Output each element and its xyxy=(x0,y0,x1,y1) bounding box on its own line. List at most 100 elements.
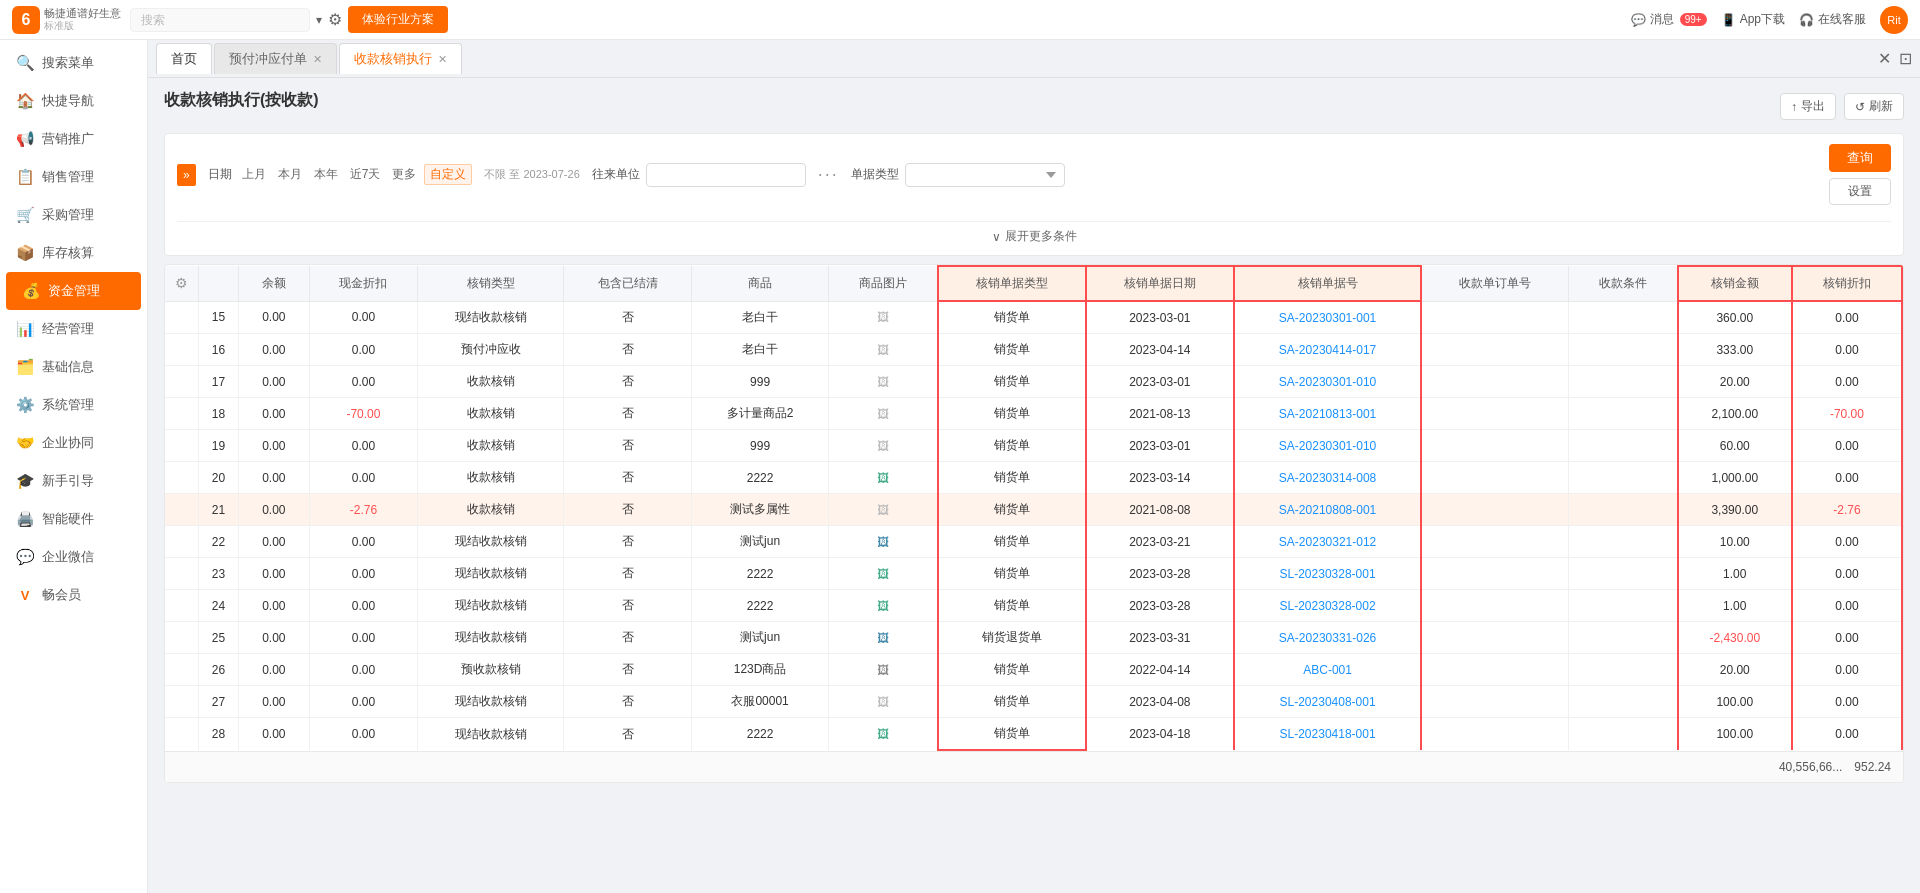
table-row: 17 0.00 0.00 收款核销 否 999 🖼 销货单 2023-03-01… xyxy=(165,366,1902,398)
cell-nuclear-type: 收款核销 xyxy=(418,366,564,398)
cell-cash-discount: 0.00 xyxy=(309,430,417,462)
tab-receipt[interactable]: 收款核销执行 ✕ xyxy=(339,43,462,74)
expand-label: 展开更多条件 xyxy=(1005,228,1077,245)
cell-settings xyxy=(165,558,199,590)
th-settings[interactable]: ⚙ xyxy=(165,266,199,301)
sidebar-label: 库存核算 xyxy=(42,244,94,262)
cell-nuclear-discount: -70.00 xyxy=(1792,398,1902,430)
sidebar-item-wechat[interactable]: 💬 企业微信 xyxy=(0,538,147,576)
sidebar-item-finance[interactable]: 💰 资金管理 xyxy=(6,272,141,310)
export-btn[interactable]: ↑ 导出 xyxy=(1780,93,1836,120)
sidebar-item-search[interactable]: 🔍 搜索菜单 xyxy=(0,44,147,82)
sidebar-item-marketing[interactable]: 📢 营销推广 xyxy=(0,120,147,158)
cell-product: 多计量商品2 xyxy=(691,398,829,430)
from-unit-input[interactable] xyxy=(646,163,806,187)
cell-cash-discount: 0.00 xyxy=(309,622,417,654)
cell-nuclear-bill-date: 2021-08-08 xyxy=(1086,494,1234,526)
date-more[interactable]: 更多 xyxy=(388,164,420,185)
th-row-no xyxy=(199,266,239,301)
cell-receipt-order-no xyxy=(1421,301,1568,334)
cell-product-img: 🖼 xyxy=(829,622,938,654)
avatar[interactable]: Rit xyxy=(1880,6,1908,34)
tab-bar: 首页 预付冲应付单 ✕ 收款核销执行 ✕ ✕ ⊡ xyxy=(148,40,1920,78)
tab-prepay[interactable]: 预付冲应付单 ✕ xyxy=(214,43,337,74)
column-settings-icon[interactable]: ⚙ xyxy=(175,275,188,291)
cell-balance: 0.00 xyxy=(239,718,310,751)
cell-balance: 0.00 xyxy=(239,526,310,558)
collab-icon: 🤝 xyxy=(16,434,34,452)
cell-cash-discount: 0.00 xyxy=(309,366,417,398)
cell-product: 老白干 xyxy=(691,334,829,366)
date-this-year[interactable]: 本年 xyxy=(310,164,342,185)
cell-receipt-order-no xyxy=(1421,718,1568,751)
date-quick-links: 上月 本月 本年 近7天 更多 自定义 xyxy=(238,164,473,185)
tab-receipt-close[interactable]: ✕ xyxy=(438,53,447,66)
app-download-btn[interactable]: 📱 App下载 xyxy=(1721,11,1785,28)
cell-receipt-order-no xyxy=(1421,654,1568,686)
cell-balance: 0.00 xyxy=(239,398,310,430)
sidebar-item-member[interactable]: V 畅会员 xyxy=(0,576,147,614)
cell-product: 测试多属性 xyxy=(691,494,829,526)
cell-product: 123D商品 xyxy=(691,654,829,686)
cell-cash-discount: 0.00 xyxy=(309,462,417,494)
sidebar-item-nav[interactable]: 🏠 快捷导航 xyxy=(0,82,147,120)
message-badge: 99+ xyxy=(1680,13,1707,26)
table-row: 25 0.00 0.00 现结收款核销 否 测试jun 🖼 销货退货单 2023… xyxy=(165,622,1902,654)
cell-balance: 0.00 xyxy=(239,686,310,718)
date-custom[interactable]: 自定义 xyxy=(424,164,472,185)
tab-home[interactable]: 首页 xyxy=(156,43,212,74)
cell-settings xyxy=(165,590,199,622)
cell-cash-discount: 0.00 xyxy=(309,718,417,751)
message-btn[interactable]: 💬 消息 99+ xyxy=(1631,11,1707,28)
sidebar-label: 企业协同 xyxy=(42,434,94,452)
bill-type-select[interactable] xyxy=(905,163,1065,187)
cell-nuclear-discount: 0.00 xyxy=(1792,590,1902,622)
sidebar-item-guide[interactable]: 🎓 新手引导 xyxy=(0,462,147,500)
sidebar-item-system[interactable]: ⚙️ 系统管理 xyxy=(0,386,147,424)
online-service-btn[interactable]: 🎧 在线客服 xyxy=(1799,11,1866,28)
filter-more-dots[interactable]: ··· xyxy=(818,164,839,185)
table-row: 22 0.00 0.00 现结收款核销 否 测试jun 🖼 销货单 2023-0… xyxy=(165,526,1902,558)
sidebar-item-collab[interactable]: 🤝 企业协同 xyxy=(0,424,147,462)
th-nuclear-bill-date: 核销单据日期 xyxy=(1086,266,1234,301)
query-btn[interactable]: 查询 xyxy=(1829,144,1891,172)
search-dropdown-btn[interactable]: ▾ xyxy=(316,13,322,27)
table-row: 19 0.00 0.00 收款核销 否 999 🖼 销货单 2023-03-01… xyxy=(165,430,1902,462)
cell-balance: 0.00 xyxy=(239,430,310,462)
sidebar: 🔍 搜索菜单 🏠 快捷导航 📢 营销推广 📋 销售管理 🛒 采购管理 📦 库存核… xyxy=(0,40,148,893)
cell-row-no: 15 xyxy=(199,301,239,334)
th-receipt-order-no: 收款单订单号 xyxy=(1421,266,1568,301)
cell-nuclear-bill-date: 2023-03-01 xyxy=(1086,430,1234,462)
cell-nuclear-amount: 1,000.00 xyxy=(1678,462,1792,494)
sidebar-item-basic-info[interactable]: 🗂️ 基础信息 xyxy=(0,348,147,386)
top-bar: 6 畅捷通谱好生意 标准版 ▾ ⚙ 体验行业方案 💬 消息 99+ 📱 App下… xyxy=(0,0,1920,40)
solution-button[interactable]: 体验行业方案 xyxy=(348,6,448,33)
filter-settings-btn[interactable]: 设置 xyxy=(1829,178,1891,205)
expand-conditions-btn[interactable]: ∨ 展开更多条件 xyxy=(177,221,1891,245)
refresh-btn[interactable]: ↺ 刷新 xyxy=(1844,93,1904,120)
page-content: 收款核销执行(按收款) ↑ 导出 ↺ 刷新 » 日期 xyxy=(148,78,1920,893)
tab-close-all-btn[interactable]: ✕ xyxy=(1878,49,1891,68)
cell-nuclear-discount: 0.00 xyxy=(1792,430,1902,462)
cell-receipt-condition xyxy=(1568,654,1677,686)
search-input[interactable] xyxy=(130,8,310,32)
sidebar-item-hardware[interactable]: 🖨️ 智能硬件 xyxy=(0,500,147,538)
sidebar-item-inventory[interactable]: 📦 库存核算 xyxy=(0,234,147,272)
th-balance: 余额 xyxy=(239,266,310,301)
sidebar-item-purchase[interactable]: 🛒 采购管理 xyxy=(0,196,147,234)
sidebar-label: 智能硬件 xyxy=(42,510,94,528)
date-last-month[interactable]: 上月 xyxy=(238,164,270,185)
tab-prepay-close[interactable]: ✕ xyxy=(313,53,322,66)
filter-collapse-btn[interactable]: » xyxy=(177,164,196,186)
date-this-month[interactable]: 本月 xyxy=(274,164,306,185)
date-7days[interactable]: 近7天 xyxy=(346,164,385,185)
cell-nuclear-bill-date: 2021-08-13 xyxy=(1086,398,1234,430)
tab-maximize-btn[interactable]: ⊡ xyxy=(1899,49,1912,68)
cell-nuclear-type: 收款核销 xyxy=(418,462,564,494)
settings-icon[interactable]: ⚙ xyxy=(328,10,342,29)
cell-nuclear-bill-date: 2022-04-14 xyxy=(1086,654,1234,686)
sidebar-item-sales[interactable]: 📋 销售管理 xyxy=(0,158,147,196)
cell-nuclear-amount: 3,390.00 xyxy=(1678,494,1792,526)
cell-product: 衣服00001 xyxy=(691,686,829,718)
sidebar-item-management[interactable]: 📊 经营管理 xyxy=(0,310,147,348)
